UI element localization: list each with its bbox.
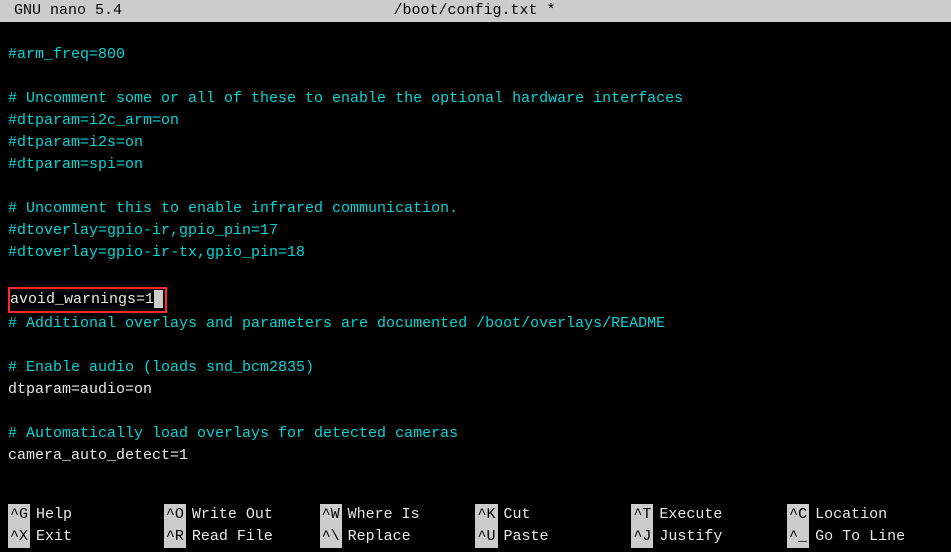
shortcut-key: ^W xyxy=(320,504,342,526)
shortcut-paste[interactable]: ^U Paste xyxy=(475,526,631,548)
shortcut-key: ^X xyxy=(8,526,30,548)
app-name: GNU nano 5.4 xyxy=(4,0,122,22)
shortcut-label: Paste xyxy=(504,526,549,548)
shortcut-key: ^U xyxy=(475,526,497,548)
editor-area[interactable]: #arm_freq=800 # Uncomment some or all of… xyxy=(0,22,951,467)
editor-line xyxy=(8,267,17,284)
shortcut-key: ^K xyxy=(475,504,497,526)
editor-line: # Enable audio (loads snd_bcm2835) xyxy=(8,359,314,376)
shortcut-key: ^G xyxy=(8,504,30,526)
shortcut-execute[interactable]: ^T Execute xyxy=(631,504,787,526)
cursor xyxy=(154,290,163,308)
shortcut-key: ^J xyxy=(631,526,653,548)
editor-line: # Uncomment this to enable infrared comm… xyxy=(8,200,458,217)
shortcut-row: ^G Help ^O Write Out ^W Where Is ^K Cut ^T Ex… xyxy=(8,504,943,526)
shortcut-replace[interactable]: ^\ Replace xyxy=(320,526,476,548)
editor-line: #arm_freq=800 xyxy=(8,46,125,63)
shortcut-key: ^_ xyxy=(787,526,809,548)
editor-line xyxy=(8,337,17,354)
shortcut-label: Go To Line xyxy=(815,526,905,548)
editor-line xyxy=(8,403,17,420)
editor-line: #dtparam=i2s=on xyxy=(8,134,143,151)
file-name: /boot/config.txt * xyxy=(122,0,827,22)
titlebar: GNU nano 5.4 /boot/config.txt * xyxy=(0,0,951,22)
shortcut-read-file[interactable]: ^R Read File xyxy=(164,526,320,548)
editor-line xyxy=(8,178,17,195)
shortcut-row: ^X Exit ^R Read File ^\ Replace ^U Paste ^J J… xyxy=(8,526,943,548)
editor-line: #dtparam=spi=on xyxy=(8,156,143,173)
editor-line: camera_auto_detect=1 xyxy=(8,447,188,464)
shortcut-cut[interactable]: ^K Cut xyxy=(475,504,631,526)
shortcut-justify[interactable]: ^J Justify xyxy=(631,526,787,548)
editor-line: #dtoverlay=gpio-ir,gpio_pin=17 xyxy=(8,222,278,239)
editor-line xyxy=(8,68,17,85)
shortcut-label: Exit xyxy=(36,526,72,548)
editor-line: dtparam=audio=on xyxy=(8,381,152,398)
shortcut-key: ^O xyxy=(164,504,186,526)
shortcut-label: Where Is xyxy=(348,504,420,526)
shortcut-where-is[interactable]: ^W Where Is xyxy=(320,504,476,526)
shortcut-label: Justify xyxy=(659,526,722,548)
shortcut-key: ^T xyxy=(631,504,653,526)
shortcut-label: Help xyxy=(36,504,72,526)
shortcut-key: ^\ xyxy=(320,526,342,548)
editor-line: #dtparam=i2c_arm=on xyxy=(8,112,179,129)
shortcut-help[interactable]: ^G Help xyxy=(8,504,164,526)
highlighted-text: avoid_warnings=1 xyxy=(10,291,154,308)
shortcut-exit[interactable]: ^X Exit xyxy=(8,526,164,548)
shortcut-write-out[interactable]: ^O Write Out xyxy=(164,504,320,526)
shortcut-goto-line[interactable]: ^_ Go To Line xyxy=(787,526,943,548)
editor-line: # Automatically load overlays for detect… xyxy=(8,425,458,442)
shortcut-key: ^R xyxy=(164,526,186,548)
highlighted-line: avoid_warnings=1 xyxy=(8,287,167,313)
shortcut-label: Execute xyxy=(659,504,722,526)
shortcut-location[interactable]: ^C Location xyxy=(787,504,943,526)
editor-line: # Additional overlays and parameters are… xyxy=(8,315,665,332)
shortcut-label: Write Out xyxy=(192,504,273,526)
shortcut-bar: ^G Help ^O Write Out ^W Where Is ^K Cut ^T Ex… xyxy=(0,504,951,548)
editor-line: #dtoverlay=gpio-ir-tx,gpio_pin=18 xyxy=(8,244,305,261)
shortcut-label: Read File xyxy=(192,526,273,548)
shortcut-key: ^C xyxy=(787,504,809,526)
editor-line: # Uncomment some or all of these to enab… xyxy=(8,90,683,107)
shortcut-label: Replace xyxy=(348,526,411,548)
shortcut-label: Cut xyxy=(504,504,531,526)
shortcut-label: Location xyxy=(815,504,887,526)
